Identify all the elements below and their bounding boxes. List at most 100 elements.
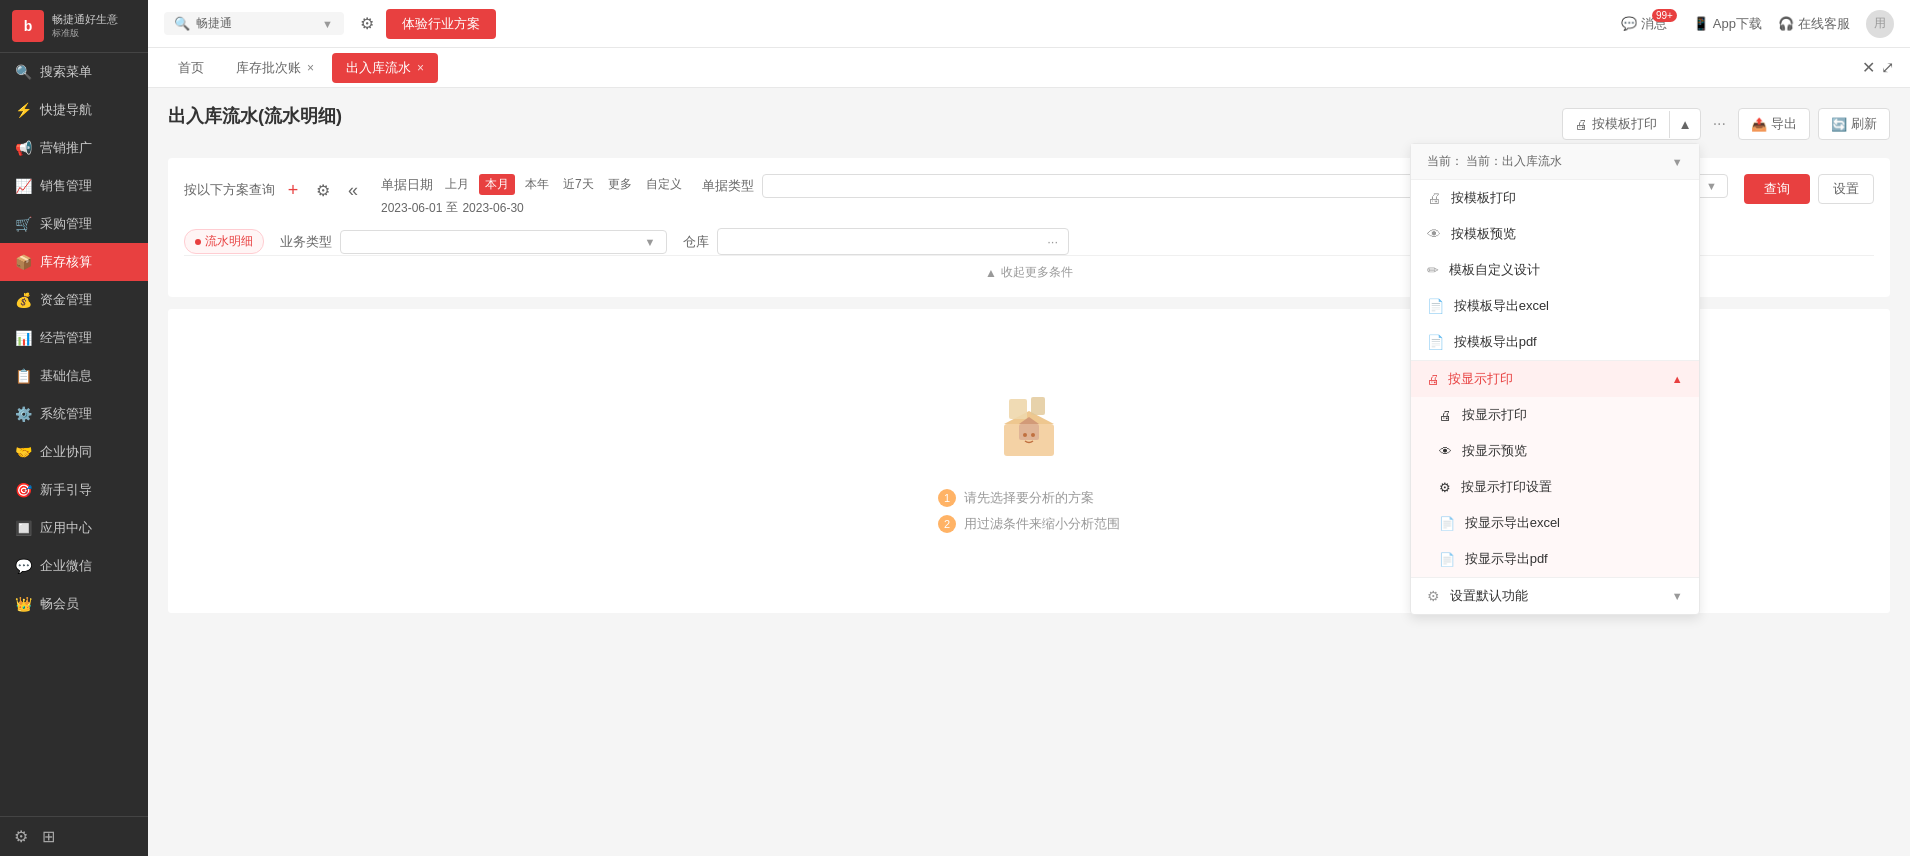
sidebar-item-marketing[interactable]: 📢 营销推广 [0,129,148,167]
business-type-select[interactable]: ▼ [340,230,667,254]
warehouse-group: 仓库 ··· [683,228,1070,255]
sidebar-item-member[interactable]: 👑 畅会员 [0,585,148,623]
sidebar-item-apps[interactable]: 🔲 应用中心 [0,509,148,547]
sidebar-item-inventory[interactable]: 📦 库存核算 [0,243,148,281]
date-row-1: 单据日期 上月 本月 本年 近7天 更多 自定义 [381,174,686,195]
header-gear-icon[interactable]: ⚙ [360,14,374,33]
top-header: 🔍 ▼ ⚙ 体验行业方案 💬 消息 99+ 📱 App下载 🎧 在线客服 用 [148,0,1910,48]
app-download-label: App下载 [1713,15,1762,33]
shortcut-last-month[interactable]: 上月 [441,174,473,195]
template-custom-icon: ✏ [1427,262,1439,278]
online-service-btn[interactable]: 🎧 在线客服 [1778,15,1850,33]
dropdown-item-template-custom[interactable]: ✏ 模板自定义设计 [1411,252,1699,288]
dropdown-display-excel[interactable]: 📄 按显示导出excel [1411,505,1699,541]
refresh-button[interactable]: 🔄 刷新 [1818,108,1890,140]
sidebar-item-cooperation[interactable]: 🤝 企业协同 [0,433,148,471]
sidebar-item-label: 营销推广 [40,139,92,157]
header-search-dropdown-icon[interactable]: ▼ [322,18,333,30]
tab-close-all-btn[interactable]: ✕ [1862,58,1875,77]
dropdown-current-arrow-icon[interactable]: ▼ [1672,156,1683,168]
filter-add-btn[interactable]: + [281,178,305,202]
sidebar-item-guide[interactable]: 🎯 新手引导 [0,471,148,509]
dropdown-item-template-pdf[interactable]: 📄 按模板导出pdf [1411,324,1699,360]
export-button[interactable]: 📤 导出 [1738,108,1810,140]
dropdown-display-preview[interactable]: 👁 按显示预览 [1411,433,1699,469]
setting-button[interactable]: 设置 [1818,174,1874,204]
template-print-button[interactable]: 🖨 按模板打印 [1563,109,1669,139]
sidebar-item-sales[interactable]: 📈 销售管理 [0,167,148,205]
dropdown-display-pdf[interactable]: 📄 按显示导出pdf [1411,541,1699,577]
display-print-header-icon: 🖨 [1427,372,1440,387]
dropdown-item-template-preview[interactable]: 👁 按模板预览 [1411,216,1699,252]
sidebar-settings-icon[interactable]: ⚙ [14,827,28,846]
template-print-group: 🖨 按模板打印 ▲ 当前： 当前：出入库流水 ▼ [1562,108,1700,140]
system-icon: ⚙️ [14,405,32,423]
query-button[interactable]: 查询 [1744,174,1810,204]
display-print-header[interactable]: 🖨 按显示打印 ▲ [1411,361,1699,397]
tab-flow[interactable]: 出入库流水 × [332,53,438,83]
sidebar-item-label: 企业微信 [40,557,92,575]
tab-expand-btn[interactable]: ⤢ [1881,58,1894,77]
sidebar-item-operations[interactable]: 📊 经营管理 [0,319,148,357]
display-print-items: 🖨 按显示打印 👁 按显示预览 ⚙ 按显示打 [1411,397,1699,577]
trial-button[interactable]: 体验行业方案 [386,9,496,39]
sidebar-item-purchase[interactable]: 🛒 采购管理 [0,205,148,243]
app-badge: 标准版 [52,27,118,40]
dropdown-item-template-excel[interactable]: 📄 按模板导出excel [1411,288,1699,324]
dropdown-display-print[interactable]: 🖨 按显示打印 [1411,397,1699,433]
tip-2-num: 2 [938,515,956,533]
warehouse-select[interactable]: ··· [717,228,1070,255]
dropdown-display-settings[interactable]: ⚙ 按显示打印设置 [1411,469,1699,505]
dropdown-bottom-section: ⚙ 设置默认功能 ▼ [1411,577,1699,614]
sidebar-item-search[interactable]: 🔍 搜索菜单 [0,53,148,91]
display-section-collapse-icon[interactable]: ▲ [1672,373,1683,385]
sidebar-bottom: ⚙ ⊞ [0,816,148,856]
template-preview-icon: 👁 [1427,226,1441,242]
more-dots-btn[interactable]: ··· [1709,115,1730,133]
warehouse-more-icon[interactable]: ··· [1047,234,1058,249]
tab-flow-close[interactable]: × [417,61,424,75]
shortcut-more[interactable]: 更多 [604,174,636,195]
sidebar-item-system[interactable]: ⚙️ 系统管理 [0,395,148,433]
sidebar-item-label: 基础信息 [40,367,92,385]
sidebar-item-label: 经营管理 [40,329,92,347]
sidebar-item-quick-nav[interactable]: ⚡ 快捷导航 [0,91,148,129]
tab-home[interactable]: 首页 [164,53,218,83]
doc-type-label: 单据类型 [702,177,754,195]
sidebar-collapse-icon[interactable]: ⊞ [42,827,55,846]
active-filter-tag[interactable]: 流水明细 [184,229,264,254]
apps-icon: 🔲 [14,519,32,537]
wechat-icon: 💬 [14,557,32,575]
date-label: 单据日期 [381,176,433,194]
sidebar: b 畅捷通好生意 标准版 🔍 搜索菜单 ⚡ 快捷导航 📢 营销推广 📈 销售管理… [0,0,148,856]
collapse-up-icon: ▲ [985,266,997,280]
page-body: 出入库流水(流水明细) 🖨 按模板打印 ▲ 当前： [148,88,1910,629]
message-btn[interactable]: 💬 消息 99+ [1621,15,1667,33]
app-download-btn[interactable]: 📱 App下载 [1693,15,1762,33]
header-search-input[interactable] [196,17,316,31]
shortcut-this-month[interactable]: 本月 [479,174,515,195]
sidebar-item-wechat[interactable]: 💬 企业微信 [0,547,148,585]
sidebar-item-label: 企业协同 [40,443,92,461]
tab-batch-close[interactable]: × [307,61,314,75]
dropdown-item-template-print[interactable]: 🖨 按模板打印 [1411,180,1699,216]
filter-gear-btn[interactable]: ⚙ [311,178,335,202]
sidebar-item-finance[interactable]: 💰 资金管理 [0,281,148,319]
svg-point-7 [1031,433,1035,437]
online-service-label: 在线客服 [1798,15,1850,33]
user-avatar[interactable]: 用 [1866,10,1894,38]
date-to-value: 2023-06-30 [462,201,523,215]
tab-batch[interactable]: 库存批次账 × [222,53,328,83]
tip-1-num: 1 [938,489,956,507]
filter-collapse-left-btn[interactable]: « [341,178,365,202]
shortcut-this-year[interactable]: 本年 [521,174,553,195]
header-search-box[interactable]: 🔍 ▼ [164,12,344,35]
export-icon: 📤 [1751,117,1767,132]
dropdown-set-default[interactable]: ⚙ 设置默认功能 ▼ [1411,578,1699,614]
dropdown-current-row: 当前： 当前：出入库流水 ▼ [1411,144,1699,180]
shortcut-custom[interactable]: 自定义 [642,174,686,195]
sidebar-item-basic[interactable]: 📋 基础信息 [0,357,148,395]
template-print-dropdown-arrow[interactable]: ▲ [1669,111,1699,138]
shortcut-7days[interactable]: 近7天 [559,174,598,195]
tab-flow-label: 出入库流水 [346,59,411,77]
